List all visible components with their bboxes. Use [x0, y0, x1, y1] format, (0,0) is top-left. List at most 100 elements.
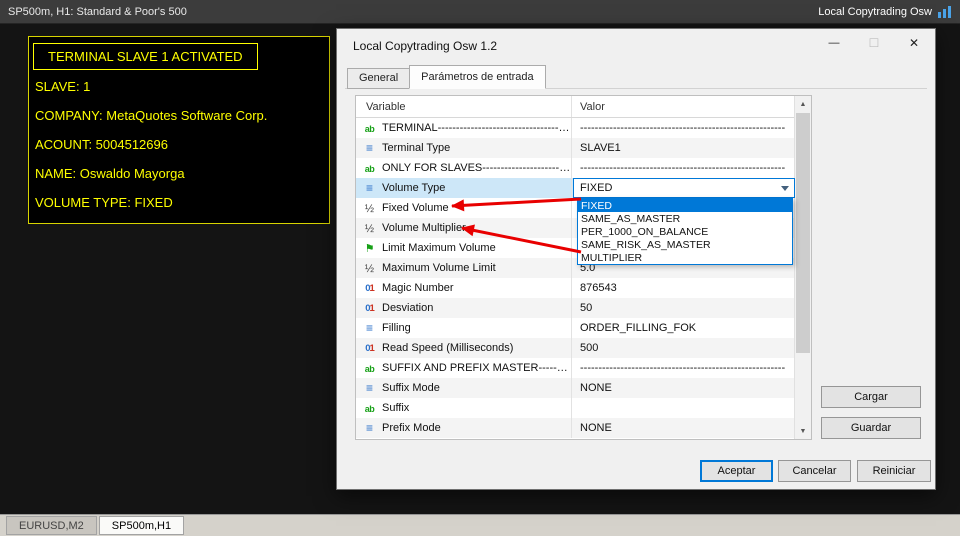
- chart-tabs-bar: EURUSD,M2 SP500m,H1: [0, 514, 960, 536]
- chevron-down-icon: [776, 186, 794, 191]
- param-value: SLAVE1: [580, 142, 621, 154]
- minimize-button[interactable]: [814, 30, 854, 56]
- param-row-suffix-mode[interactable]: Suffix Mode NONE: [356, 378, 794, 398]
- param-value: 876543: [580, 282, 617, 294]
- param-name: Suffix Mode: [382, 382, 440, 394]
- param-name: Terminal Type: [382, 142, 451, 154]
- ea-comment-panel: TERMINAL SLAVE 1 ACTIVATED SLAVE: 1 COMP…: [28, 36, 330, 224]
- param-value: ----------------------------------------…: [580, 362, 786, 374]
- param-name: Magic Number: [382, 282, 454, 294]
- enum-icon: [362, 418, 377, 438]
- grid-scrollbar[interactable]: [794, 96, 811, 439]
- chart-tab-sp500m-h1[interactable]: SP500m,H1: [98, 516, 185, 535]
- volume-type-dropdown: FIXED SAME_AS_MASTER PER_1000_ON_BALANCE…: [577, 198, 793, 265]
- string-icon: [362, 358, 377, 378]
- param-name: Desviation: [382, 302, 434, 314]
- account-line: ACOUNT: 5004512696: [35, 137, 168, 152]
- param-name: Volume Type: [382, 182, 446, 194]
- param-name: TERMINAL--------------------------------…: [382, 122, 571, 134]
- grid-header: Variable Valor: [356, 96, 811, 118]
- string-icon: [362, 158, 377, 178]
- enum-icon: [362, 378, 377, 398]
- param-row-magic-number[interactable]: Magic Number 876543: [356, 278, 794, 298]
- double-icon: [362, 198, 377, 218]
- param-row-desviation[interactable]: Desviation 50: [356, 298, 794, 318]
- dropdown-option-per-1000-on-balance[interactable]: PER_1000_ON_BALANCE: [578, 225, 792, 238]
- param-row-suffix-prefix-header[interactable]: SUFFIX AND PREFIX MASTER----------------…: [356, 358, 794, 378]
- dropdown-option-same-risk-as-master[interactable]: SAME_RISK_AS_MASTER: [578, 238, 792, 251]
- company-line: COMPANY: MetaQuotes Software Corp.: [35, 108, 268, 123]
- window-title-bar: SP500m, H1: Standard & Poor's 500 Local …: [0, 0, 960, 24]
- param-value: 500: [580, 342, 599, 354]
- param-row-prefix-mode[interactable]: Prefix Mode NONE: [356, 418, 794, 438]
- scroll-down-icon[interactable]: [795, 423, 811, 439]
- param-value: NONE: [580, 422, 612, 434]
- param-value: ORDER_FILLING_FOK: [580, 322, 697, 334]
- cargar-button[interactable]: Cargar: [821, 386, 921, 408]
- name-line: NAME: Oswaldo Mayorga: [35, 166, 185, 181]
- integer-icon: [362, 278, 377, 298]
- guardar-button[interactable]: Guardar: [821, 417, 921, 439]
- column-header-valor: Valor: [580, 100, 605, 113]
- close-button[interactable]: [894, 30, 934, 56]
- volume-type-combobox[interactable]: FIXED: [573, 178, 795, 198]
- tab-parametros-de-entrada[interactable]: Parámetros de entrada: [409, 65, 546, 89]
- param-value: ----------------------------------------…: [580, 122, 786, 134]
- volume-type-line: VOLUME TYPE: FIXED: [35, 195, 173, 210]
- double-icon: [362, 218, 377, 238]
- param-value: 50: [580, 302, 593, 314]
- param-name: Suffix: [382, 402, 410, 414]
- terminal-activated-banner: TERMINAL SLAVE 1 ACTIVATED: [33, 43, 258, 70]
- enum-icon: [362, 318, 377, 338]
- param-name: Filling: [382, 322, 411, 334]
- grid-body: TERMINAL--------------------------------…: [356, 118, 794, 439]
- aceptar-button[interactable]: Aceptar: [700, 460, 773, 482]
- chart-tab-eurusd-m2[interactable]: EURUSD,M2: [6, 516, 97, 535]
- reiniciar-button[interactable]: Reiniciar: [857, 460, 931, 482]
- scrollbar-thumb[interactable]: [796, 113, 810, 353]
- cancelar-button[interactable]: Cancelar: [778, 460, 851, 482]
- parameters-grid: Variable Valor TERMINAL-----------------…: [355, 95, 812, 440]
- param-name: Prefix Mode: [382, 422, 441, 434]
- string-icon: [362, 398, 377, 418]
- param-value: ----------------------------------------…: [580, 162, 786, 174]
- param-value: NONE: [580, 382, 612, 394]
- tab-general[interactable]: General: [347, 68, 411, 89]
- param-row-terminal-header[interactable]: TERMINAL--------------------------------…: [356, 118, 794, 138]
- integer-icon: [362, 298, 377, 318]
- ea-name-label: Local Copytrading Osw: [818, 5, 932, 18]
- param-name: Limit Maximum Volume: [382, 242, 496, 254]
- param-name: ONLY FOR SLAVES-------------------------…: [382, 162, 571, 174]
- string-icon: [362, 118, 377, 138]
- param-name: Volume Multiplier: [382, 222, 466, 234]
- param-name: Maximum Volume Limit: [382, 262, 496, 274]
- dropdown-option-multiplier[interactable]: MULTIPLIER: [578, 251, 792, 264]
- flag-icon: [362, 238, 377, 258]
- enum-icon: [362, 138, 377, 158]
- enum-icon: [362, 178, 377, 198]
- param-row-suffix[interactable]: Suffix: [356, 398, 794, 418]
- combobox-value: FIXED: [580, 182, 613, 194]
- dialog-tabs: General Parámetros de entrada: [347, 65, 546, 89]
- integer-icon: [362, 338, 377, 358]
- dropdown-option-fixed[interactable]: FIXED: [578, 199, 792, 212]
- chart-title: SP500m, H1: Standard & Poor's 500: [8, 5, 187, 18]
- param-row-read-speed[interactable]: Read Speed (Milliseconds) 500: [356, 338, 794, 358]
- maximize-button: [854, 30, 894, 56]
- slave-line: SLAVE: 1: [35, 79, 91, 94]
- window-controls: [814, 30, 934, 56]
- scroll-up-icon[interactable]: [795, 96, 811, 112]
- ea-title-cluster: Local Copytrading Osw: [818, 5, 952, 18]
- param-name: Read Speed (Milliseconds): [382, 342, 514, 354]
- column-header-variable: Variable: [356, 96, 572, 117]
- param-row-terminal-type[interactable]: Terminal Type SLAVE1: [356, 138, 794, 158]
- local-copytrading-dialog: Local Copytrading Osw 1.2 General Paráme…: [336, 28, 936, 490]
- ea-icon: [938, 5, 951, 18]
- param-name: Fixed Volume: [382, 202, 449, 214]
- dropdown-option-same-as-master[interactable]: SAME_AS_MASTER: [578, 212, 792, 225]
- param-row-only-for-slaves[interactable]: ONLY FOR SLAVES-------------------------…: [356, 158, 794, 178]
- param-row-filling[interactable]: Filling ORDER_FILLING_FOK: [356, 318, 794, 338]
- param-name: SUFFIX AND PREFIX MASTER----------------…: [382, 362, 571, 374]
- dialog-title: Local Copytrading Osw 1.2: [353, 39, 498, 53]
- double-icon: [362, 258, 377, 278]
